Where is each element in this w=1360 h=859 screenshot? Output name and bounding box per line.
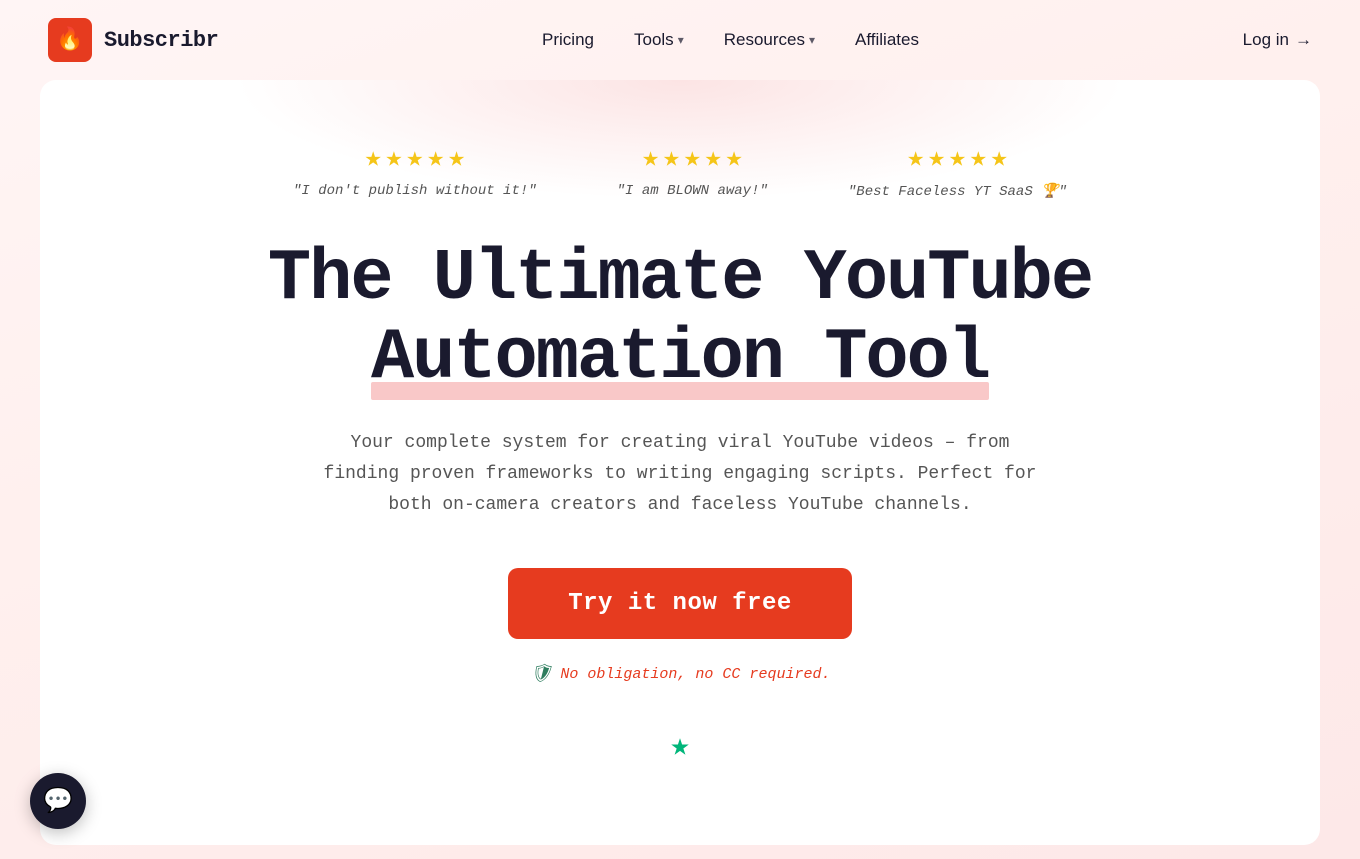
nav-link-pricing[interactable]: Pricing [542, 30, 594, 50]
headline-line2: Automation Tool [371, 319, 989, 398]
chat-bubble-button[interactable]: 💬 [30, 773, 86, 829]
nav-item-pricing[interactable]: Pricing [542, 30, 594, 50]
review-quote-2: "I am BLOWN away!" [617, 183, 768, 199]
nav-links: Pricing Tools ▾ Resources ▾ Affiliates [542, 30, 919, 50]
chat-bubble-icon: 💬 [43, 786, 73, 816]
resources-chevron-icon: ▾ [809, 33, 815, 47]
nav-item-affiliates[interactable]: Affiliates [855, 30, 919, 50]
stars-1: ★ ★ ★ ★ ★ [365, 140, 465, 175]
trustpilot-star-icon: ★ [670, 725, 689, 765]
reviews-row: ★ ★ ★ ★ ★ "I don't publish without it!" … [293, 140, 1067, 200]
stars-3: ★ ★ ★ ★ ★ [907, 140, 1007, 175]
review-quote-1: "I don't publish without it!" [293, 183, 537, 199]
nav-link-affiliates[interactable]: Affiliates [855, 30, 919, 50]
no-cc-notice: 🛡 No obligation, no CC required. [530, 663, 831, 685]
cta-button[interactable]: Try it now free [508, 568, 852, 639]
nav-link-resources[interactable]: Resources ▾ [724, 30, 815, 50]
tools-chevron-icon: ▾ [678, 33, 684, 47]
review-item-2: ★ ★ ★ ★ ★ "I am BLOWN away!" [617, 140, 768, 200]
nav-item-tools[interactable]: Tools ▾ [634, 30, 684, 50]
hero-subtext: Your complete system for creating viral … [310, 428, 1050, 520]
login-arrow-icon: → [1295, 30, 1312, 50]
stars-2: ★ ★ ★ ★ ★ [642, 140, 742, 175]
logo[interactable]: 🔥 Subscribr [48, 18, 218, 62]
login-link[interactable]: Log in → [1243, 30, 1312, 50]
trustpilot-hint: ★ [670, 725, 689, 765]
logo-text: Subscribr [104, 28, 218, 53]
logo-icon: 🔥 [48, 18, 92, 62]
nav-link-tools[interactable]: Tools ▾ [634, 30, 684, 50]
review-item-1: ★ ★ ★ ★ ★ "I don't publish without it!" [293, 140, 537, 200]
shield-icon: 🛡 [530, 663, 553, 685]
nav-item-resources[interactable]: Resources ▾ [724, 30, 815, 50]
no-cc-text: No obligation, no CC required. [560, 666, 830, 683]
hero-section: ★ ★ ★ ★ ★ "I don't publish without it!" … [40, 80, 1320, 845]
review-item-3: ★ ★ ★ ★ ★ "Best Faceless YT SaaS 🏆" [848, 140, 1067, 200]
navbar: 🔥 Subscribr Pricing Tools ▾ Resources ▾ … [0, 0, 1360, 80]
review-quote-3: "Best Faceless YT SaaS 🏆" [848, 183, 1067, 200]
headline-line1: The Ultimate YouTube [268, 238, 1092, 320]
hero-headline: The Ultimate YouTube Automation Tool [268, 240, 1092, 398]
